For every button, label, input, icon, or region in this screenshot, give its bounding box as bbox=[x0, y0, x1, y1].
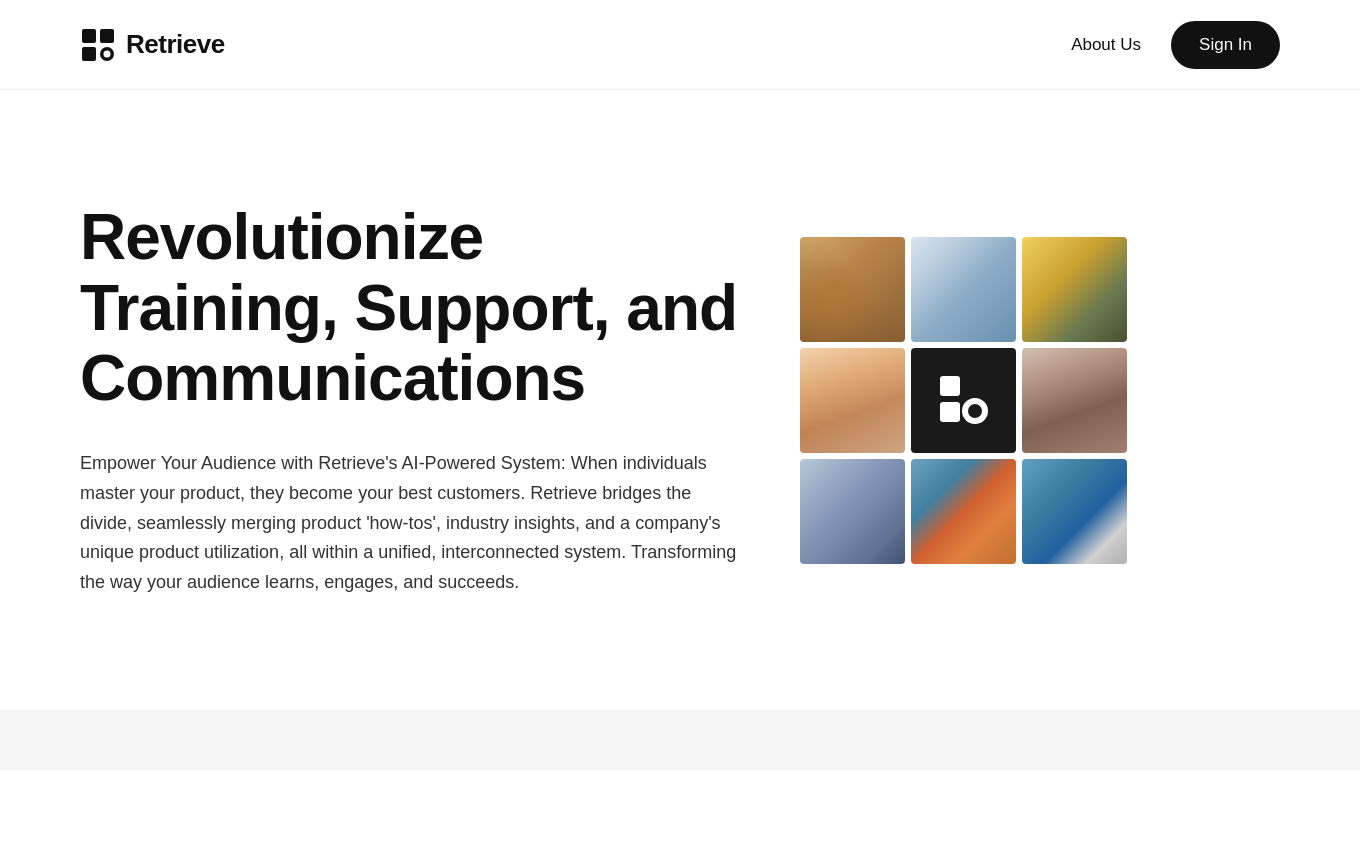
grid-cell-engineer bbox=[1022, 459, 1127, 564]
grid-cell-woman-smile bbox=[800, 348, 905, 453]
svg-point-4 bbox=[104, 50, 111, 57]
logo-icon bbox=[80, 27, 116, 63]
hero-section: Revolutionize Training, Support, and Com… bbox=[0, 90, 1360, 710]
grid-cell-tablet bbox=[911, 237, 1016, 342]
svg-point-8 bbox=[968, 404, 982, 418]
svg-rect-5 bbox=[940, 376, 960, 396]
grid-cell-laptop-yellow bbox=[1022, 237, 1127, 342]
svg-rect-2 bbox=[100, 29, 114, 43]
grid-cell-lab bbox=[800, 459, 905, 564]
hero-description: Empower Your Audience with Retrieve's AI… bbox=[80, 449, 740, 597]
hero-image-grid bbox=[800, 237, 1127, 564]
about-us-link[interactable]: About Us bbox=[1071, 35, 1141, 55]
main-nav: About Us Sign In bbox=[1071, 21, 1280, 69]
grid-cell-tools bbox=[800, 237, 905, 342]
grid-cell-man-phone bbox=[1022, 348, 1127, 453]
svg-rect-6 bbox=[940, 402, 960, 422]
retrieve-center-logo bbox=[938, 374, 990, 426]
svg-rect-0 bbox=[82, 29, 96, 43]
grid-cell-workers bbox=[911, 459, 1016, 564]
site-header: Retrieve About Us Sign In bbox=[0, 0, 1360, 90]
grid-cell-logo bbox=[911, 348, 1016, 453]
hero-content: Revolutionize Training, Support, and Com… bbox=[80, 202, 740, 598]
hero-title: Revolutionize Training, Support, and Com… bbox=[80, 202, 740, 413]
bottom-bar bbox=[0, 710, 1360, 770]
sign-in-button[interactable]: Sign In bbox=[1171, 21, 1280, 69]
svg-rect-1 bbox=[82, 47, 96, 61]
logo-link[interactable]: Retrieve bbox=[80, 27, 225, 63]
logo-text: Retrieve bbox=[126, 29, 225, 60]
